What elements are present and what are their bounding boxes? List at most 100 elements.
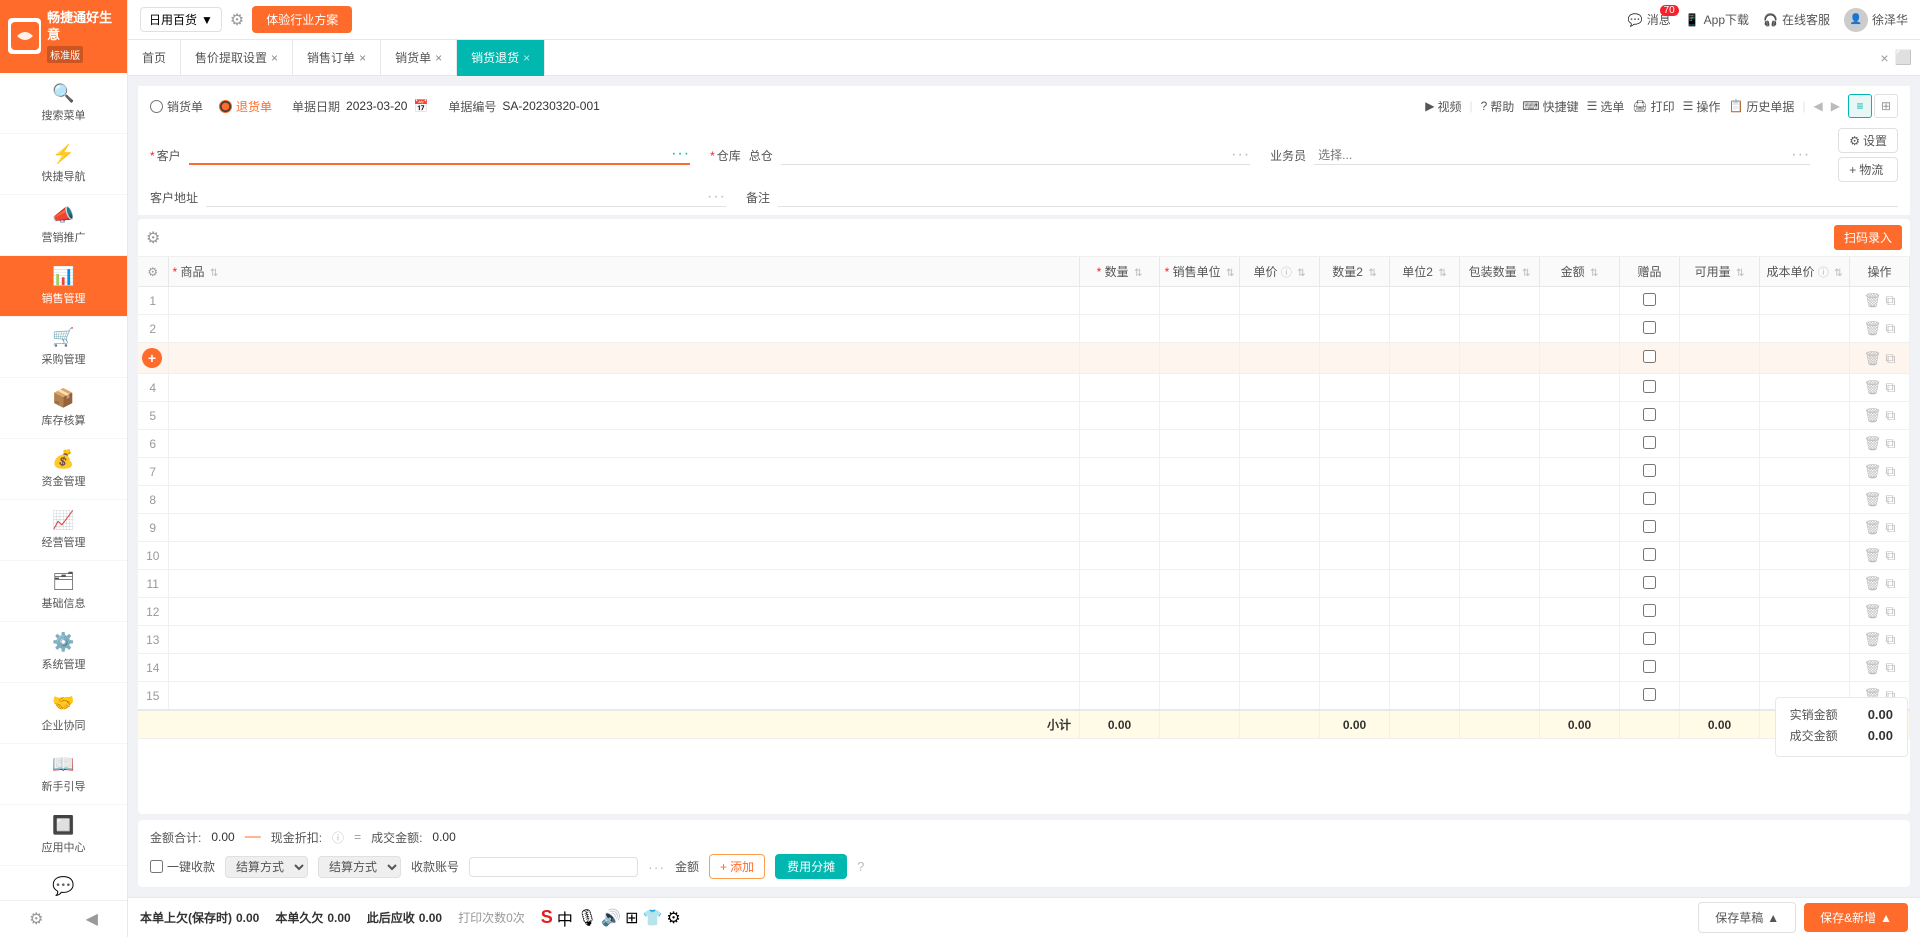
row-qty2-7[interactable]	[1320, 458, 1390, 486]
row-unit-2[interactable]	[1160, 315, 1240, 343]
row-amount-13[interactable]	[1540, 626, 1620, 654]
action-shortcut[interactable]: ⌨ 快捷键	[1522, 98, 1578, 115]
row-avail-6[interactable]	[1680, 430, 1760, 458]
view-table-btn[interactable]: ≡	[1848, 94, 1872, 118]
row-cost-10[interactable]	[1760, 542, 1850, 570]
row-pack-2[interactable]	[1460, 315, 1540, 343]
row-amount-3[interactable]	[1540, 343, 1620, 374]
row-cost-13[interactable]	[1760, 626, 1850, 654]
pack-sort-icon[interactable]: ⇅	[1522, 268, 1530, 279]
row-cost-1[interactable]	[1760, 287, 1850, 315]
app-download-btn[interactable]: 📱 App下载	[1685, 11, 1749, 28]
row-qty2-11[interactable]	[1320, 570, 1390, 598]
row-unit2-15[interactable]	[1390, 682, 1460, 711]
s-icon-2[interactable]: 中	[557, 906, 573, 930]
row-delete-icon-7[interactable]: 🗑	[1864, 463, 1882, 480]
row-copy-icon-6[interactable]: ⧉	[1885, 435, 1895, 452]
warehouse-dots-btn[interactable]: ···	[1231, 146, 1250, 164]
radio-delivery-input[interactable]	[150, 100, 163, 113]
row-unit2-13[interactable]	[1390, 626, 1460, 654]
row-gift-5[interactable]	[1620, 402, 1680, 430]
row-pack-5[interactable]	[1460, 402, 1540, 430]
s-icon-6[interactable]: 👕	[642, 908, 662, 928]
row-price-4[interactable]	[1240, 374, 1320, 402]
row-price-11[interactable]	[1240, 570, 1320, 598]
row-qty-8[interactable]	[1080, 486, 1160, 514]
row-qty-13[interactable]	[1080, 626, 1160, 654]
row-gift-12[interactable]	[1620, 598, 1680, 626]
sidebar-item-system[interactable]: ⚙️ 系统管理	[0, 622, 127, 683]
action-history[interactable]: 📋 历史单据	[1728, 98, 1794, 115]
category-select[interactable]: 日用百货 ▼	[140, 7, 222, 32]
sidebar-item-marketing[interactable]: 📣 营销推广	[0, 195, 127, 256]
gift-checkbox-4[interactable]	[1643, 380, 1656, 393]
gift-checkbox-11[interactable]	[1643, 576, 1656, 589]
row-unit-9[interactable]	[1160, 514, 1240, 542]
row-unit-15[interactable]	[1160, 682, 1240, 711]
logistics-btn[interactable]: + 物流	[1838, 157, 1898, 182]
address-dots-btn[interactable]: ···	[707, 188, 726, 206]
action-video[interactable]: ▶ 视频	[1425, 98, 1461, 115]
row-gift-6[interactable]	[1620, 430, 1680, 458]
row-avail-9[interactable]	[1680, 514, 1760, 542]
row-unit2-6[interactable]	[1390, 430, 1460, 458]
action-help[interactable]: ? 帮助	[1481, 98, 1515, 115]
price-sort-icon[interactable]: ⇅	[1297, 268, 1305, 279]
one-click-pay-checkbox[interactable]: 一键收款	[150, 858, 215, 875]
price-info-icon[interactable]: ⓘ	[1281, 267, 1292, 279]
row-unit2-7[interactable]	[1390, 458, 1460, 486]
row-qty2-2[interactable]	[1320, 315, 1390, 343]
row-avail-15[interactable]	[1680, 682, 1760, 711]
row-qty-14[interactable]	[1080, 654, 1160, 682]
unit-sort-icon[interactable]: ⇅	[1226, 268, 1234, 279]
row-unit-8[interactable]	[1160, 486, 1240, 514]
row-delete-icon-13[interactable]: 🗑	[1864, 631, 1882, 648]
row-unit-1[interactable]	[1160, 287, 1240, 315]
row-copy-icon-14[interactable]: ⧉	[1885, 659, 1895, 676]
settings-btn[interactable]: ⚙ 设置	[1838, 128, 1898, 153]
row-delete-icon-9[interactable]: 🗑	[1864, 519, 1882, 536]
row-delete-icon-11[interactable]: 🗑	[1864, 575, 1882, 592]
row-amount-12[interactable]	[1540, 598, 1620, 626]
row-gift-9[interactable]	[1620, 514, 1680, 542]
row-avail-1[interactable]	[1680, 287, 1760, 315]
s-icon-7[interactable]: ⚙	[666, 908, 680, 928]
row-cost-6[interactable]	[1760, 430, 1850, 458]
payment-method-select[interactable]: 结算方式	[225, 856, 308, 878]
row-amount-8[interactable]	[1540, 486, 1620, 514]
qty-sort-icon[interactable]: ⇅	[1134, 268, 1142, 279]
row-cost-3[interactable]	[1760, 343, 1850, 374]
row-amount-10[interactable]	[1540, 542, 1620, 570]
row-qty-10[interactable]	[1080, 542, 1160, 570]
address-input[interactable]	[206, 188, 707, 206]
row-unit2-12[interactable]	[1390, 598, 1460, 626]
row-qty-4[interactable]	[1080, 374, 1160, 402]
row-qty-7[interactable]	[1080, 458, 1160, 486]
row-unit2-4[interactable]	[1390, 374, 1460, 402]
sidebar-item-app[interactable]: 🔲 应用中心	[0, 805, 127, 866]
row-unit2-5[interactable]	[1390, 402, 1460, 430]
row-avail-4[interactable]	[1680, 374, 1760, 402]
save-draft-btn[interactable]: 保存草稿 ▲	[1698, 902, 1796, 933]
sidebar-item-wechat[interactable]: 💬 企业微信	[0, 866, 127, 900]
action-operation[interactable]: ☰ 操作	[1683, 98, 1721, 115]
row-delete-icon-8[interactable]: 🗑	[1864, 491, 1882, 508]
row-avail-11[interactable]	[1680, 570, 1760, 598]
nav-prev-icon[interactable]: ◀	[1814, 99, 1823, 113]
row-qty2-13[interactable]	[1320, 626, 1390, 654]
tab-home[interactable]: 首页	[128, 40, 181, 76]
table-settings-icon[interactable]: ⚙	[146, 228, 160, 248]
account-dots-btn[interactable]: ···	[648, 859, 665, 875]
row-cost-7[interactable]	[1760, 458, 1850, 486]
row-pack-10[interactable]	[1460, 542, 1540, 570]
row-price-12[interactable]	[1240, 598, 1320, 626]
gift-checkbox-15[interactable]	[1643, 688, 1656, 701]
row-copy-icon-11[interactable]: ⧉	[1885, 575, 1895, 592]
experience-button[interactable]: 体验行业方案	[252, 6, 352, 33]
gift-checkbox-7[interactable]	[1643, 464, 1656, 477]
amount-sort-icon[interactable]: ⇅	[1590, 268, 1598, 279]
sidebar-item-search[interactable]: 🔍 搜索菜单	[0, 73, 127, 134]
row-copy-icon-3[interactable]: ⧉	[1885, 350, 1895, 367]
action-print[interactable]: 🖨 打印	[1632, 98, 1674, 115]
scan-btn[interactable]: 扫码录入	[1834, 225, 1902, 250]
